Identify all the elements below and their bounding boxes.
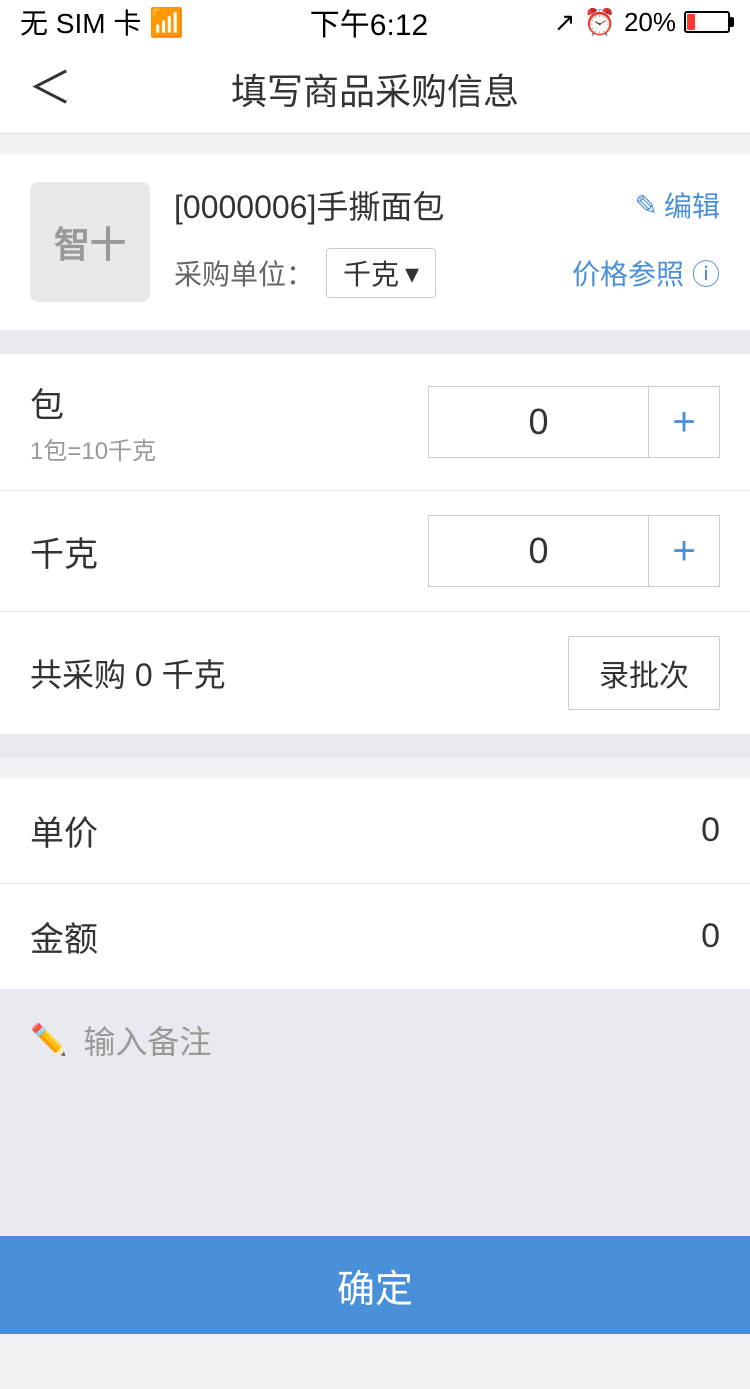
- product-thumbnail: 智十: [30, 182, 150, 302]
- nav-bar: ＜ 填写商品采购信息: [0, 44, 750, 134]
- no-sim-label: 无 SIM 卡: [20, 2, 141, 42]
- price-ref-button[interactable]: 价格参照 ⓘ: [572, 253, 720, 293]
- price-ref-label: 价格参照: [572, 253, 684, 293]
- status-time: 下午6:12: [310, 0, 428, 44]
- edit-icon: ✎: [635, 189, 658, 222]
- kg-controls: 0 +: [428, 515, 720, 587]
- edit-label: 编辑: [664, 185, 720, 225]
- total-text: 共采购 0 千克: [30, 650, 226, 696]
- location-icon: ↗: [554, 7, 576, 38]
- bag-value: 0: [528, 401, 548, 443]
- product-bottom-row: 采购单位： 千克 ▾ 价格参照 ⓘ: [174, 248, 720, 298]
- page-wrapper: 无 SIM 卡 📶 下午6:12 ↗ ⏰ 20% ＜ 填写商品采购信息 智十 […: [0, 0, 750, 1389]
- kg-label-main: 千克: [30, 527, 98, 576]
- amount-row: 金额 0: [0, 884, 750, 989]
- purchase-unit: 采购单位： 千克 ▾: [174, 248, 436, 298]
- alarm-icon: ⏰: [584, 7, 616, 38]
- product-info: [0000006]手撕面包 ✎ 编辑 采购单位： 千克 ▾ 价格参照 ⓘ: [174, 182, 720, 298]
- total-row: 共采购 0 千克 录批次: [0, 612, 750, 734]
- bag-plus-button[interactable]: +: [648, 386, 720, 458]
- kg-input-field[interactable]: 0: [428, 515, 648, 587]
- battery-icon: [684, 11, 730, 33]
- page-title: 填写商品采购信息: [231, 63, 519, 115]
- status-left: 无 SIM 卡 📶: [20, 2, 184, 42]
- kg-value: 0: [528, 530, 548, 572]
- price-label: 单价: [30, 806, 98, 855]
- kg-plus-button[interactable]: +: [648, 515, 720, 587]
- record-batch-button[interactable]: 录批次: [568, 636, 720, 710]
- purchase-unit-label: 采购单位：: [174, 253, 314, 293]
- price-row: 单价 0: [0, 778, 750, 884]
- unit-select[interactable]: 千克 ▾: [326, 248, 436, 298]
- bag-label-main: 包: [30, 378, 156, 427]
- detail-section: 单价 0 金额 0: [0, 778, 750, 989]
- amount-value: 0: [701, 917, 720, 956]
- chevron-down-icon: ▾: [405, 257, 419, 290]
- pencil-icon: ✏️: [30, 1023, 67, 1058]
- amount-label: 金额: [30, 912, 98, 961]
- price-value: 0: [701, 811, 720, 850]
- status-bar: 无 SIM 卡 📶 下午6:12 ↗ ⏰ 20%: [0, 0, 750, 44]
- kg-input-row: 千克 0 +: [0, 491, 750, 612]
- status-right: ↗ ⏰ 20%: [554, 7, 730, 38]
- input-section: 包 1包=10千克 0 + 千克 0 +: [0, 354, 750, 612]
- remark-placeholder: 输入备注: [83, 1017, 211, 1063]
- help-icon: ⓘ: [692, 253, 720, 293]
- confirm-button[interactable]: 确定: [0, 1236, 750, 1334]
- bag-input-field[interactable]: 0: [428, 386, 648, 458]
- bag-label-sub: 1包=10千克: [30, 431, 156, 466]
- product-name: [0000006]手撕面包: [174, 182, 444, 228]
- bag-controls: 0 +: [428, 386, 720, 458]
- confirm-label: 确定: [337, 1258, 413, 1313]
- remark-section[interactable]: ✏️ 输入备注: [0, 989, 750, 1091]
- bag-input-row: 包 1包=10千克 0 +: [0, 354, 750, 491]
- product-card: 智十 [0000006]手撕面包 ✎ 编辑 采购单位： 千克 ▾: [0, 154, 750, 330]
- unit-value: 千克: [343, 253, 399, 293]
- product-logo: 智十: [54, 216, 126, 268]
- wifi-icon: 📶: [149, 6, 184, 39]
- product-top-row: [0000006]手撕面包 ✎ 编辑: [174, 182, 720, 228]
- section-divider-2: [0, 734, 750, 758]
- section-divider-1: [0, 330, 750, 354]
- back-button[interactable]: ＜: [28, 67, 72, 111]
- battery-percent: 20%: [624, 7, 676, 38]
- bag-label: 包 1包=10千克: [30, 378, 156, 466]
- kg-label: 千克: [30, 527, 98, 576]
- edit-button[interactable]: ✎ 编辑: [635, 185, 720, 225]
